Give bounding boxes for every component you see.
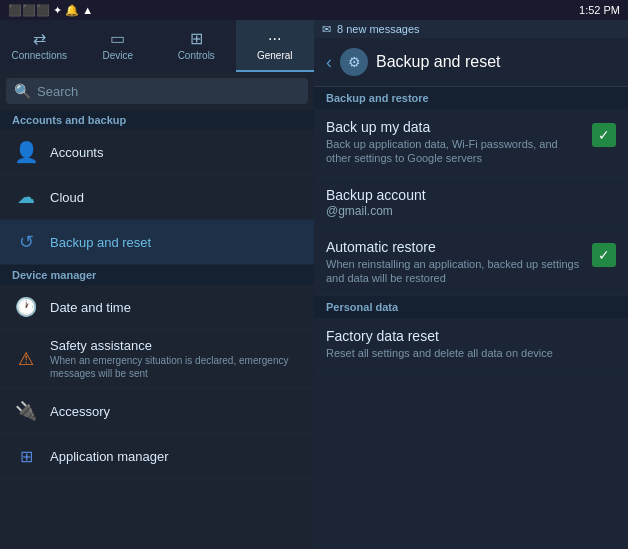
settings-icon: ⚙ [340, 48, 368, 76]
notification-icon: ✉ [322, 23, 331, 36]
back-header: ‹ ⚙ Backup and reset [314, 38, 628, 87]
backup-icon: ↺ [12, 228, 40, 256]
status-right: 1:52 PM [579, 4, 620, 16]
right-panel: ✉ 8 new messages ‹ ⚙ Backup and reset Ba… [314, 20, 628, 549]
menu-item-accounts[interactable]: 👤 Accounts [0, 130, 314, 175]
tab-controls[interactable]: ⊞ Controls [157, 20, 236, 72]
accessory-icon: 🔌 [12, 397, 40, 425]
controls-icon: ⊞ [190, 29, 203, 48]
section-header-device: Device manager [0, 265, 314, 285]
menu-item-safety[interactable]: ⚠ Safety assistance When an emergency si… [0, 330, 314, 389]
backup-account-title: Backup account [326, 187, 616, 203]
connections-icon: ⇄ [33, 29, 46, 48]
right-section-backup-restore: Backup and restore [314, 87, 628, 109]
backup-account-sub: @gmail.com [326, 204, 616, 218]
datetime-icon: 🕐 [12, 293, 40, 321]
safety-subtitle: When an emergency situation is declared,… [50, 354, 302, 380]
backup-content: Backup and reset [50, 235, 302, 250]
appmanager-icon: ⊞ [12, 442, 40, 470]
tab-device-label: Device [102, 50, 133, 61]
right-section-personal: Personal data [314, 296, 628, 318]
section-header-accounts: Accounts and backup [0, 110, 314, 130]
menu-item-backup-reset[interactable]: ↺ Backup and reset [0, 220, 314, 265]
tab-connections[interactable]: ⇄ Connections [0, 20, 79, 72]
backup-data-text: Back up my data Back up application data… [326, 119, 584, 166]
tab-general-label: General [257, 50, 293, 61]
safety-title: Safety assistance [50, 338, 302, 353]
backup-data-checkbox[interactable]: ✓ [592, 123, 616, 147]
datetime-title: Date and time [50, 300, 302, 315]
accounts-title: Accounts [50, 145, 302, 160]
tab-controls-label: Controls [178, 50, 215, 61]
cloud-title: Cloud [50, 190, 302, 205]
accessory-title: Accessory [50, 404, 302, 419]
notification-text: 8 new messages [337, 23, 420, 35]
setting-backup-data[interactable]: Back up my data Back up application data… [314, 109, 628, 177]
backup-title: Backup and reset [50, 235, 302, 250]
top-tabs: ⇄ Connections ▭ Device ⊞ Controls ··· Ge… [0, 20, 314, 72]
menu-item-appmanager[interactable]: ⊞ Application manager [0, 434, 314, 479]
accounts-content: Accounts [50, 145, 302, 160]
auto-restore-text: Automatic restore When reinstalling an a… [326, 239, 584, 286]
tab-device[interactable]: ▭ Device [79, 20, 158, 72]
status-time: 1:52 PM [579, 4, 620, 16]
status-icons: ⬛⬛⬛ ✦ 🔔 ▲ [8, 4, 93, 17]
factory-reset-desc: Reset all settings and delete all data o… [326, 346, 616, 360]
main-content: ⇄ Connections ▭ Device ⊞ Controls ··· Ge… [0, 20, 628, 549]
cloud-icon: ☁ [12, 183, 40, 211]
backup-data-desc: Back up application data, Wi-Fi password… [326, 137, 584, 166]
setting-factory-reset[interactable]: Factory data reset Reset all settings an… [314, 318, 628, 371]
right-panel-title: Backup and reset [376, 53, 501, 71]
menu-item-accessory[interactable]: 🔌 Accessory [0, 389, 314, 434]
left-panel: ⇄ Connections ▭ Device ⊞ Controls ··· Ge… [0, 20, 314, 549]
tab-connections-label: Connections [11, 50, 67, 61]
back-button[interactable]: ‹ [326, 52, 332, 73]
safety-content: Safety assistance When an emergency situ… [50, 338, 302, 380]
search-icon: 🔍 [14, 83, 31, 99]
appmanager-content: Application manager [50, 449, 302, 464]
accounts-icon: 👤 [12, 138, 40, 166]
general-icon: ··· [268, 30, 281, 48]
datetime-content: Date and time [50, 300, 302, 315]
backup-data-title: Back up my data [326, 119, 584, 135]
auto-restore-title: Automatic restore [326, 239, 584, 255]
safety-icon: ⚠ [12, 345, 40, 373]
accessory-content: Accessory [50, 404, 302, 419]
tab-general[interactable]: ··· General [236, 20, 315, 72]
factory-reset-text: Factory data reset Reset all settings an… [326, 328, 616, 360]
auto-restore-checkbox[interactable]: ✓ [592, 243, 616, 267]
menu-item-datetime[interactable]: 🕐 Date and time [0, 285, 314, 330]
factory-reset-title: Factory data reset [326, 328, 616, 344]
backup-account-text: Backup account @gmail.com [326, 187, 616, 218]
status-left-icons: ⬛⬛⬛ ✦ 🔔 ▲ [8, 4, 93, 17]
appmanager-title: Application manager [50, 449, 302, 464]
search-input[interactable] [37, 84, 300, 99]
device-icon: ▭ [110, 29, 125, 48]
notification-bar: ✉ 8 new messages [314, 20, 628, 38]
status-bar: ⬛⬛⬛ ✦ 🔔 ▲ 1:52 PM [0, 0, 628, 20]
search-bar: 🔍 [6, 78, 308, 104]
setting-auto-restore[interactable]: Automatic restore When reinstalling an a… [314, 229, 628, 297]
auto-restore-desc: When reinstalling an application, backed… [326, 257, 584, 286]
menu-item-cloud[interactable]: ☁ Cloud [0, 175, 314, 220]
cloud-content: Cloud [50, 190, 302, 205]
setting-backup-account[interactable]: Backup account @gmail.com [314, 177, 628, 229]
